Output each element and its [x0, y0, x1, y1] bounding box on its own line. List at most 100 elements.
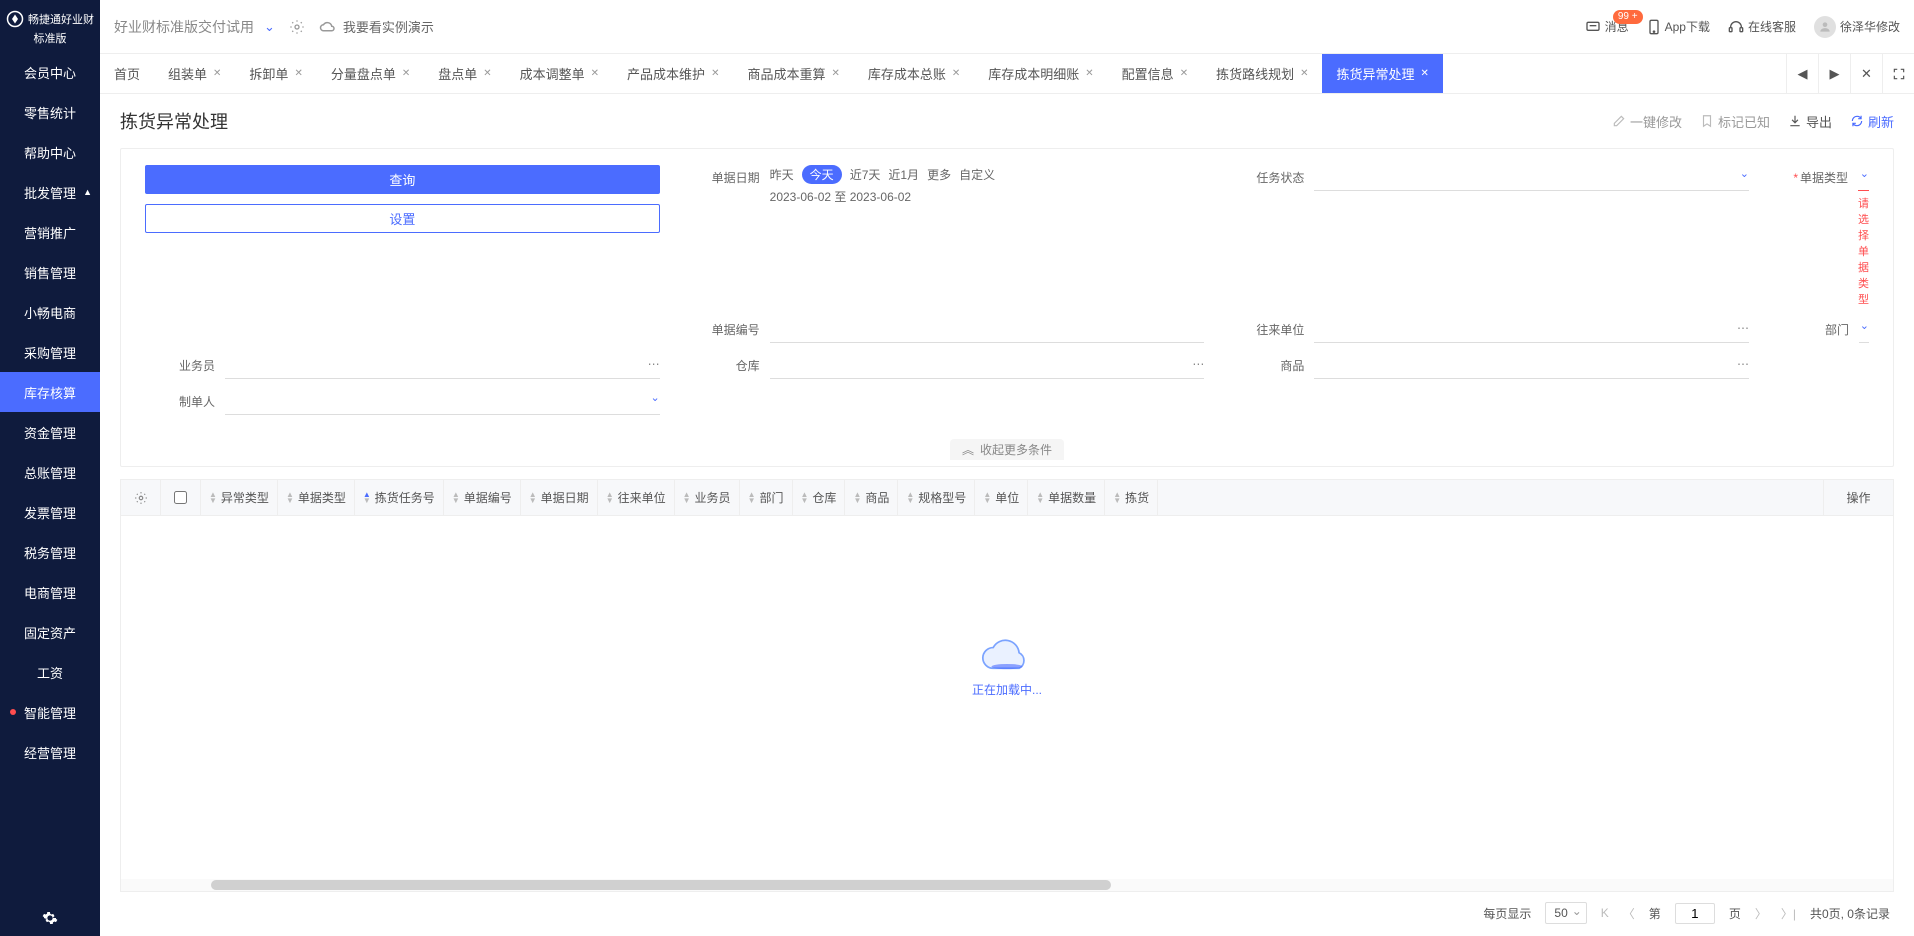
close-icon[interactable]: ✕ [1421, 68, 1429, 79]
select-all-checkbox[interactable] [161, 480, 201, 515]
sidebar-item-15[interactable]: 工资 [0, 652, 100, 692]
date-chip-2[interactable]: 近7天 [850, 166, 881, 183]
prev-page-button[interactable]: 〈 [1623, 905, 1635, 922]
mark-known-action[interactable]: 标记已知 [1700, 112, 1770, 131]
column-header-2[interactable]: ▲▼拣货任务号 [355, 480, 444, 515]
product-picker[interactable]: ⋯ [1314, 353, 1749, 379]
tab-3[interactable]: 分量盘点单✕ [317, 54, 424, 93]
date-chip-3[interactable]: 近1月 [888, 166, 919, 183]
close-icon[interactable]: ✕ [483, 68, 491, 79]
doc-type-select[interactable]: ⌄ [1858, 165, 1869, 191]
tab-10[interactable]: 配置信息✕ [1108, 54, 1202, 93]
sidebar-item-10[interactable]: 总账管理 [0, 452, 100, 492]
settings-button[interactable]: 设置 [145, 204, 660, 233]
close-icon[interactable]: ✕ [831, 68, 839, 79]
last-page-button[interactable]: 〉| [1781, 905, 1796, 922]
sidebar-settings[interactable] [0, 900, 100, 936]
tab-0[interactable]: 首页 [100, 54, 154, 93]
tab-2[interactable]: 拆卸单✕ [235, 54, 316, 93]
user-menu[interactable]: 徐泽华修改 [1814, 16, 1900, 38]
support-action[interactable]: 在线客服 [1728, 18, 1796, 35]
tab-11[interactable]: 拣货路线规划✕ [1202, 54, 1322, 93]
date-chip-0[interactable]: 昨天 [770, 166, 794, 183]
close-icon[interactable]: ✕ [213, 68, 221, 79]
sidebar-item-7[interactable]: 采购管理 [0, 332, 100, 372]
doc-no-input[interactable] [770, 317, 1205, 343]
column-header-4[interactable]: ▲▼单据日期 [521, 480, 598, 515]
close-icon[interactable]: ✕ [1085, 68, 1093, 79]
tab-9[interactable]: 库存成本明细账✕ [974, 54, 1107, 93]
table-settings-button[interactable] [121, 480, 161, 515]
sidebar-item-9[interactable]: 资金管理 [0, 412, 100, 452]
settings-gear-icon[interactable] [289, 19, 305, 35]
page-number-input[interactable] [1675, 903, 1715, 924]
messages-action[interactable]: 消息 99 + [1585, 18, 1629, 35]
query-button[interactable]: 查询 [145, 165, 660, 194]
partner-picker[interactable]: ⋯ [1314, 317, 1749, 343]
checkbox[interactable] [174, 491, 187, 504]
column-header-6[interactable]: ▲▼业务员 [675, 480, 740, 515]
sidebar-item-5[interactable]: 销售管理 [0, 252, 100, 292]
page-size-select[interactable]: 50 [1545, 902, 1586, 924]
tab-12[interactable]: 拣货异常处理✕ [1322, 54, 1442, 93]
sidebar-item-2[interactable]: 帮助中心 [0, 132, 100, 172]
fullscreen-toggle[interactable] [1882, 54, 1914, 93]
column-header-11[interactable]: ▲▼单位 [975, 480, 1028, 515]
app-download-action[interactable]: App下载 [1647, 18, 1710, 35]
close-icon[interactable]: ✕ [952, 68, 960, 79]
sidebar-item-4[interactable]: 营销推广 [0, 212, 100, 252]
date-chip-1[interactable]: 今天 [802, 165, 842, 184]
salesman-picker[interactable]: ⋯ [225, 353, 660, 379]
sidebar-item-0[interactable]: 会员中心 [0, 52, 100, 92]
tab-5[interactable]: 成本调整单✕ [506, 54, 613, 93]
sidebar-item-3[interactable]: 批发管理▲ [0, 172, 100, 212]
column-header-5[interactable]: ▲▼往来单位 [598, 480, 675, 515]
tab-1[interactable]: 组装单✕ [154, 54, 235, 93]
sidebar-item-6[interactable]: 小畅电商 [0, 292, 100, 332]
close-icon[interactable]: ✕ [402, 68, 410, 79]
demo-link[interactable]: 我要看实例演示 [319, 17, 434, 36]
tab-7[interactable]: 商品成本重算✕ [733, 54, 853, 93]
horizontal-scrollbar[interactable] [121, 879, 1893, 891]
date-chip-5[interactable]: 自定义 [959, 166, 995, 183]
close-icon[interactable]: ✕ [294, 68, 302, 79]
sidebar-item-14[interactable]: 固定资产 [0, 612, 100, 652]
product-switcher[interactable]: 好业财标准版交付试用 ⌄ [114, 17, 275, 37]
tab-6[interactable]: 产品成本维护✕ [613, 54, 733, 93]
sidebar-item-12[interactable]: 税务管理 [0, 532, 100, 572]
close-icon[interactable]: ✕ [1300, 68, 1308, 79]
sidebar-item-13[interactable]: 电商管理 [0, 572, 100, 612]
tab-scroll-right[interactable]: ▶ [1818, 54, 1850, 93]
sidebar-item-17[interactable]: 经营管理 [0, 732, 100, 772]
date-chip-4[interactable]: 更多 [927, 166, 951, 183]
next-page-button[interactable]: 〉 [1755, 905, 1767, 922]
tab-8[interactable]: 库存成本总账✕ [854, 54, 974, 93]
creator-select[interactable]: ⌄ [225, 389, 660, 415]
column-header-9[interactable]: ▲▼商品 [845, 480, 898, 515]
sidebar-item-8[interactable]: 库存核算 [0, 372, 100, 412]
column-header-10[interactable]: ▲▼规格型号 [898, 480, 975, 515]
tab-4[interactable]: 盘点单✕ [424, 54, 505, 93]
tab-close-all[interactable]: ✕ [1850, 54, 1882, 93]
column-header-7[interactable]: ▲▼部门 [740, 480, 793, 515]
warehouse-picker[interactable]: ⋯ [770, 353, 1205, 379]
collapse-filters-toggle[interactable]: ︽ 收起更多条件 [950, 439, 1064, 460]
column-header-3[interactable]: ▲▼单据编号 [444, 480, 521, 515]
column-header-1[interactable]: ▲▼单据类型 [278, 480, 355, 515]
close-icon[interactable]: ✕ [591, 68, 599, 79]
sidebar-item-16[interactable]: 智能管理 [0, 692, 100, 732]
sidebar-item-11[interactable]: 发票管理 [0, 492, 100, 532]
sidebar-item-1[interactable]: 零售统计 [0, 92, 100, 132]
column-header-0[interactable]: ▲▼异常类型 [201, 480, 278, 515]
dept-select[interactable]: ⌄ [1859, 317, 1869, 343]
first-page-button[interactable]: K [1601, 906, 1609, 920]
task-status-select[interactable]: ⌄ [1314, 165, 1749, 191]
column-header-12[interactable]: ▲▼单据数量 [1028, 480, 1105, 515]
close-icon[interactable]: ✕ [1180, 68, 1188, 79]
close-icon[interactable]: ✕ [711, 68, 719, 79]
refresh-action[interactable]: 刷新 [1850, 112, 1894, 131]
export-action[interactable]: 导出 [1788, 112, 1832, 131]
batch-edit-action[interactable]: 一键修改 [1612, 112, 1682, 131]
column-header-8[interactable]: ▲▼仓库 [793, 480, 846, 515]
tab-scroll-left[interactable]: ◀ [1786, 54, 1818, 93]
